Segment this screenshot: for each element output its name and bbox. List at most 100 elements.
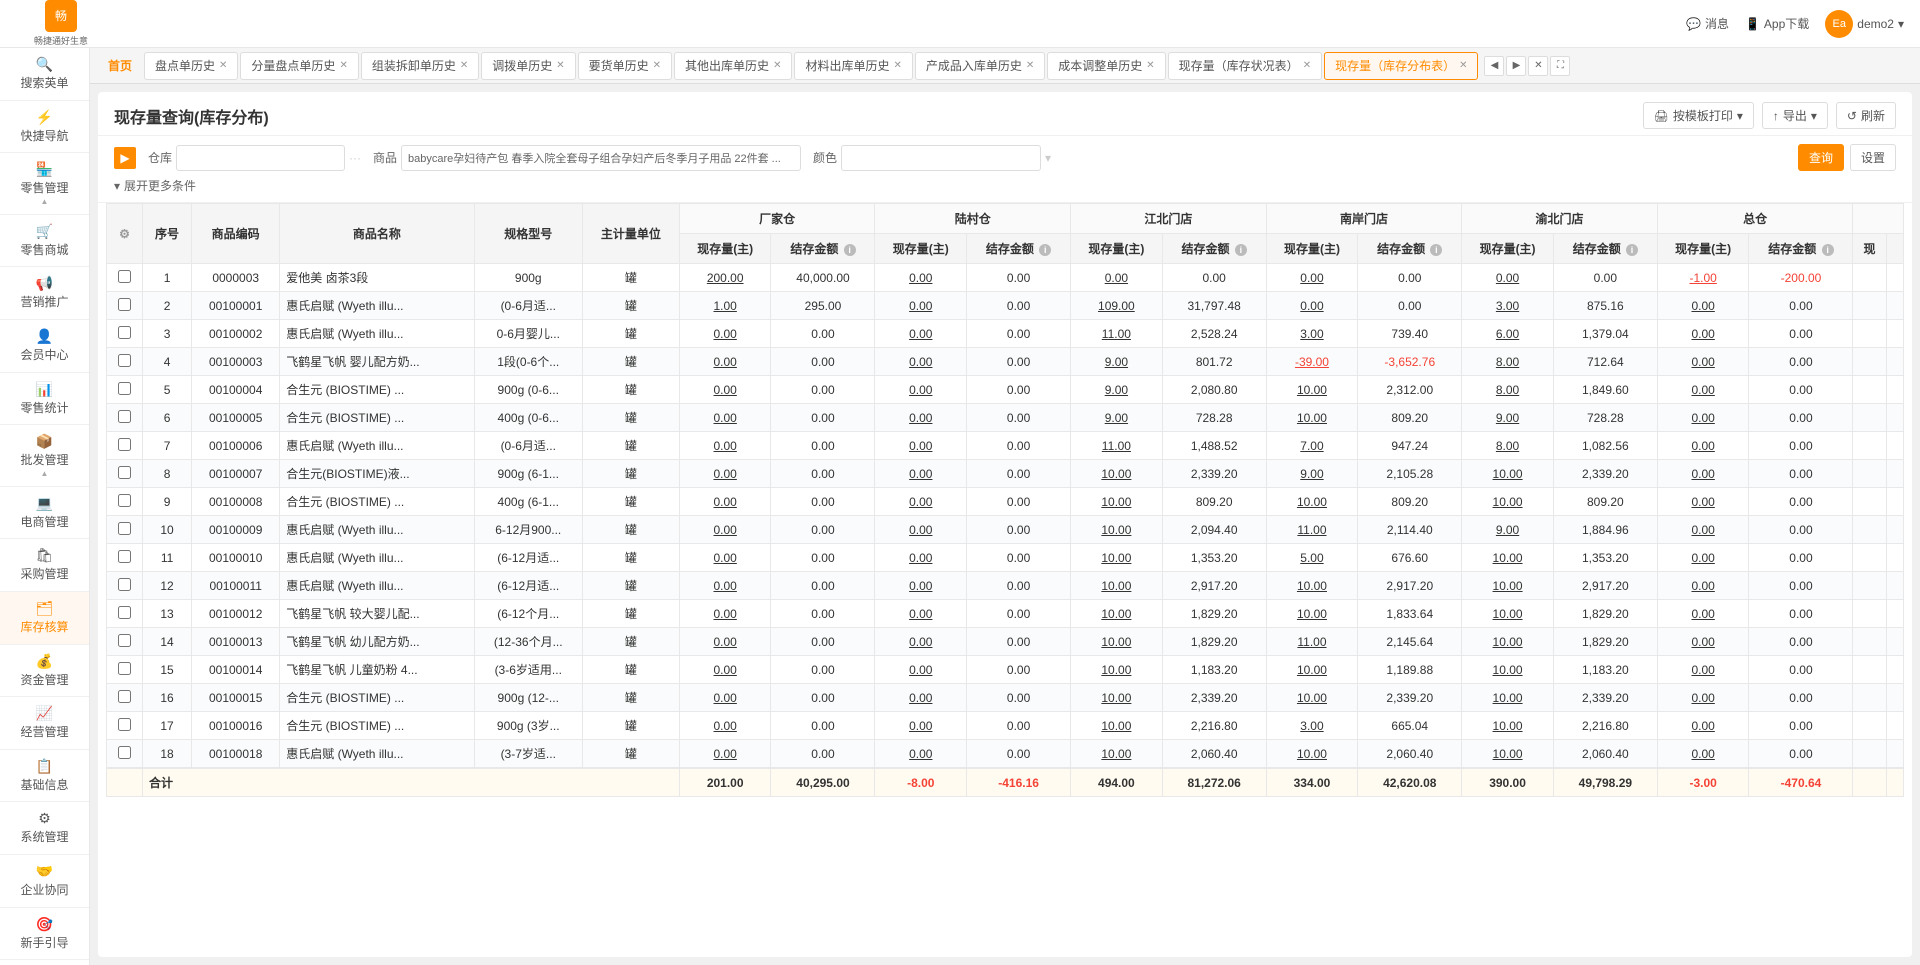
cell-extra1 — [1853, 460, 1886, 488]
info-icon[interactable]: i — [1430, 244, 1442, 256]
close-icon[interactable]: ✕ — [773, 60, 781, 71]
tab-requisition[interactable]: 要货单历史 ✕ — [578, 52, 672, 80]
tab-stock-status[interactable]: 现存量（库存状况表） ✕ — [1168, 52, 1322, 80]
sidebar-item-inventory[interactable]: 🗂 库存核算 — [0, 592, 89, 645]
product-input[interactable] — [401, 145, 801, 171]
cell-checkbox[interactable] — [107, 684, 143, 712]
info-icon[interactable]: i — [1235, 244, 1247, 256]
close-icon[interactable]: ✕ — [1303, 60, 1311, 71]
close-icon[interactable]: ✕ — [339, 60, 347, 71]
warehouse-more-icon[interactable]: ··· — [349, 151, 361, 165]
sidebar-item-mall[interactable]: 🛒 零售商城 — [0, 215, 89, 268]
sidebar-item-nav[interactable]: ⚡ 快捷导航 — [0, 101, 89, 154]
cell-spec: 1段(0-6个... — [474, 348, 582, 376]
sidebar-item-ecom[interactable]: 💻 电商管理 — [0, 487, 89, 540]
warehouse-input[interactable] — [176, 145, 345, 171]
cell-checkbox[interactable] — [107, 712, 143, 740]
tab-stock-distribution[interactable]: 现存量（库存分布表） ✕ — [1324, 52, 1478, 80]
info-icon[interactable]: i — [1822, 244, 1834, 256]
cell-checkbox[interactable] — [107, 572, 143, 600]
tab-maximize-button[interactable]: ⛶ — [1550, 56, 1570, 76]
app-download-link[interactable]: 📱 App下载 — [1745, 15, 1809, 32]
close-icon[interactable]: ✕ — [460, 60, 468, 71]
cell-w3-amt: 1,829.20 — [1162, 600, 1266, 628]
cell-checkbox[interactable] — [107, 264, 143, 292]
close-icon[interactable]: ✕ — [1459, 60, 1467, 71]
sidebar-item-purchase[interactable]: 🛍 采购管理 — [0, 539, 89, 592]
cell-total-amt: 0.00 — [1749, 656, 1853, 684]
refresh-button[interactable]: ↺ 刷新 — [1836, 102, 1896, 129]
sidebar-item-enterprise[interactable]: 🤝 企业协同 — [0, 855, 89, 908]
settings-button[interactable]: 设置 — [1850, 144, 1896, 171]
close-icon[interactable]: ✕ — [556, 60, 564, 71]
export-button[interactable]: ↑ 导出 ▾ — [1762, 102, 1828, 129]
cell-checkbox[interactable] — [107, 628, 143, 656]
summary-label: 合计 — [143, 768, 680, 797]
cell-checkbox[interactable] — [107, 544, 143, 572]
col-extra-qty: 现 — [1853, 234, 1886, 264]
sidebar-item-wholesale[interactable]: 📦 批发管理 ▲ — [0, 425, 89, 487]
sidebar-item-operations[interactable]: 📈 经营管理 — [0, 697, 89, 750]
message-link[interactable]: 💬 消息 — [1686, 15, 1729, 32]
settings-icon[interactable]: ⚙ — [119, 227, 130, 241]
cell-checkbox[interactable] — [107, 432, 143, 460]
sidebar-item-marketing[interactable]: 📢 营销推广 — [0, 267, 89, 320]
cell-checkbox[interactable] — [107, 656, 143, 684]
cell-checkbox[interactable] — [107, 488, 143, 516]
sidebar-item-search[interactable]: 🔍 搜索英单 — [0, 48, 89, 101]
close-icon[interactable]: ✕ — [893, 60, 901, 71]
sidebar-item-members[interactable]: 👤 会员中心 — [0, 320, 89, 373]
tab-other-outbound[interactable]: 其他出库单历史 ✕ — [674, 52, 792, 80]
sidebar-item-app-center[interactable]: 🔲 应用中心 — [0, 960, 89, 965]
settings-col-header[interactable]: ⚙ — [107, 204, 143, 264]
close-icon[interactable]: ✕ — [653, 60, 661, 71]
cell-unit: 罐 — [582, 628, 679, 656]
info-icon[interactable]: i — [844, 244, 856, 256]
tab-partial-inventory[interactable]: 分量盘点单历史 ✕ — [240, 52, 358, 80]
cell-checkbox[interactable] — [107, 516, 143, 544]
sidebar-item-finance[interactable]: 💰 资金管理 — [0, 645, 89, 698]
cell-checkbox[interactable] — [107, 404, 143, 432]
tab-assemble[interactable]: 组装拆卸单历史 ✕ — [361, 52, 479, 80]
tab-transfer[interactable]: 调拨单历史 ✕ — [481, 52, 575, 80]
summary-w4-amt: 42,620.08 — [1358, 768, 1462, 797]
info-icon[interactable]: i — [1039, 244, 1051, 256]
tab-material-outbound[interactable]: 材料出库单历史 ✕ — [794, 52, 912, 80]
tab-inventory-check[interactable]: 盘点单历史 ✕ — [144, 52, 238, 80]
cell-checkbox[interactable] — [107, 600, 143, 628]
cell-checkbox[interactable] — [107, 460, 143, 488]
tab-close-all-button[interactable]: ✕ — [1528, 56, 1548, 76]
cell-checkbox[interactable] — [107, 348, 143, 376]
sidebar-item-label: 批发管理 — [20, 453, 68, 469]
cell-code: 00100014 — [192, 656, 280, 684]
sidebar-item-system[interactable]: ⚙ 系统管理 — [0, 802, 89, 855]
print-button[interactable]: 🖨 按模板打印 ▾ — [1643, 102, 1754, 129]
cell-checkbox[interactable] — [107, 292, 143, 320]
cell-checkbox[interactable] — [107, 740, 143, 769]
cell-checkbox[interactable] — [107, 320, 143, 348]
cell-checkbox[interactable] — [107, 376, 143, 404]
color-dropdown-icon[interactable]: ▾ — [1045, 151, 1051, 165]
tab-next-button[interactable]: ▶ — [1506, 56, 1526, 76]
expand-more-button[interactable]: ▾ 展开更多条件 — [114, 177, 1896, 194]
tab-home[interactable]: 首页 — [98, 52, 142, 80]
cell-extra1 — [1853, 740, 1886, 769]
tab-prev-button[interactable]: ◀ — [1484, 56, 1504, 76]
close-icon[interactable]: ✕ — [219, 60, 227, 71]
sidebar-item-guide[interactable]: 🎯 新手引导 — [0, 908, 89, 961]
close-icon[interactable]: ✕ — [1026, 60, 1034, 71]
user-menu[interactable]: Ea demo2 ▾ — [1825, 10, 1904, 38]
table-area[interactable]: ⚙ 序号 商品编码 商品名称 规格型号 主计量单位 厂家仓 陆村仓 江北门店 南… — [98, 203, 1912, 957]
sidebar-item-basic-info[interactable]: 📋 基础信息 — [0, 750, 89, 803]
tab-finished-inbound[interactable]: 产成品入库单历史 ✕ — [915, 52, 1045, 80]
cell-w4-qty: 10.00 — [1266, 656, 1358, 684]
sidebar-item-retail-mgmt[interactable]: 🏪 零售管理 ▲ — [0, 153, 89, 215]
sidebar-item-stats[interactable]: 📊 零售统计 — [0, 373, 89, 426]
close-icon[interactable]: ✕ — [1146, 60, 1154, 71]
filter-expand-button[interactable]: ▶ — [114, 147, 136, 169]
table-row: 13 00100012 飞鹤星飞帆 较大婴儿配... (6-12个月... 罐 … — [107, 600, 1904, 628]
tab-cost-adjust[interactable]: 成本调整单历史 ✕ — [1047, 52, 1165, 80]
search-button[interactable]: 查询 — [1798, 144, 1844, 171]
color-input[interactable] — [841, 145, 1041, 171]
info-icon[interactable]: i — [1626, 244, 1638, 256]
